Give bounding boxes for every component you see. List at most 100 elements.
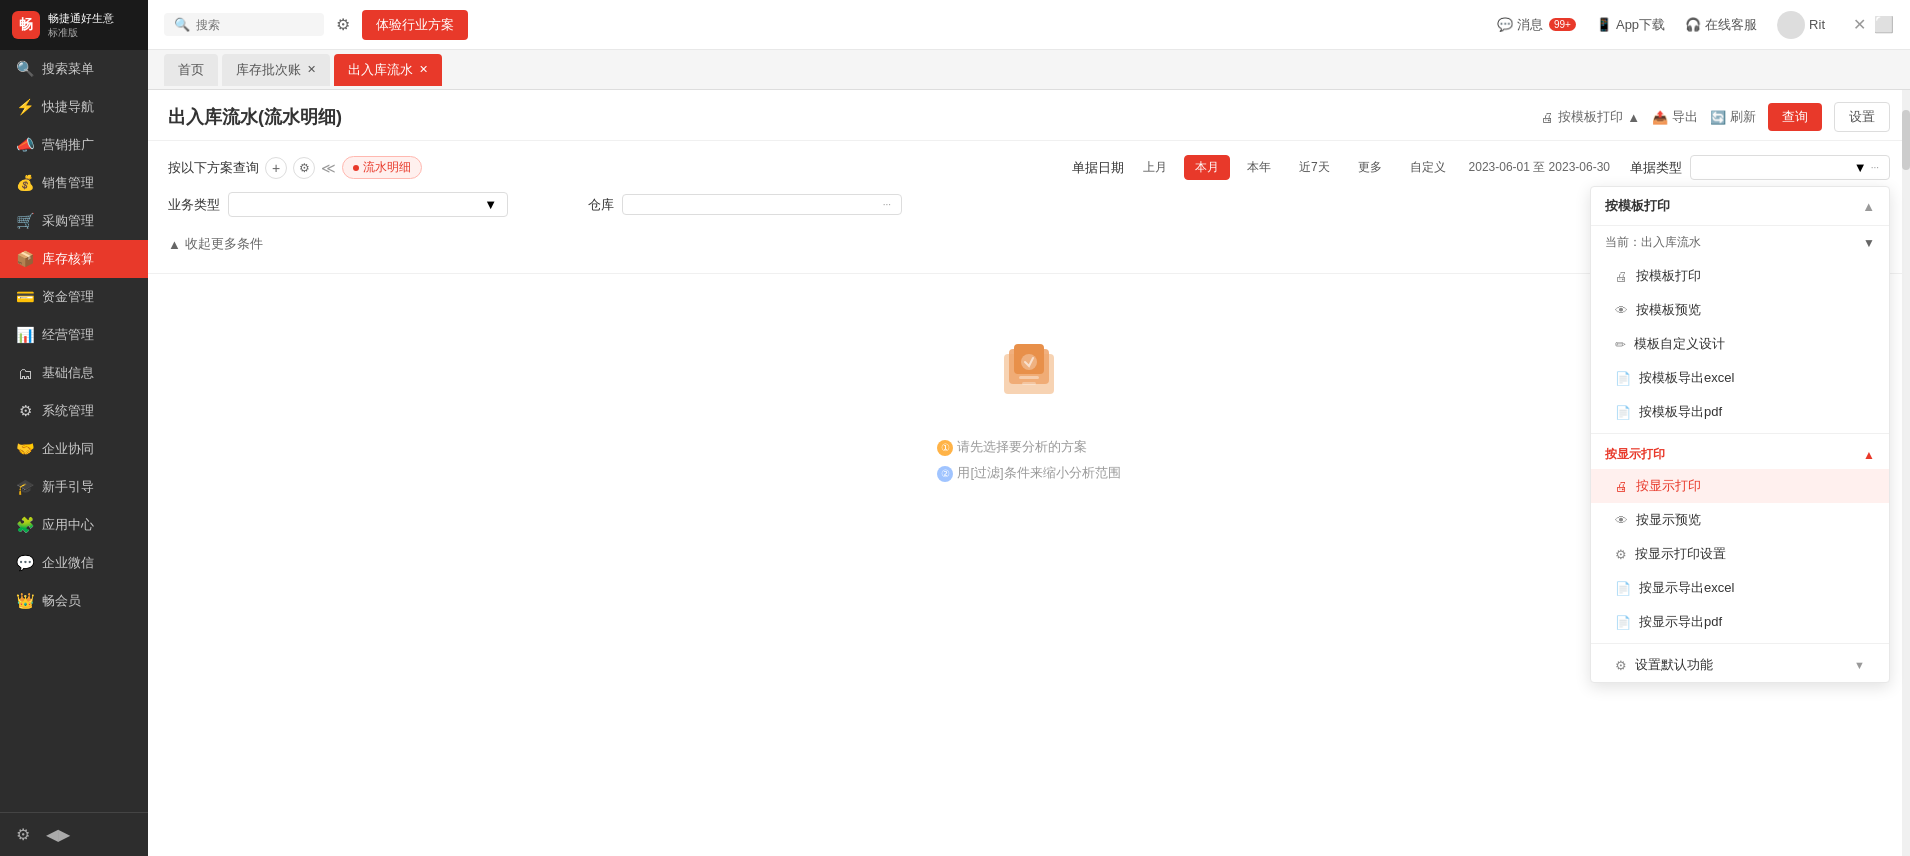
sidebar-item-shortcut[interactable]: ⚡ 快捷导航: [0, 88, 148, 126]
purchase-icon: 🛒: [16, 212, 34, 230]
print-template-btn[interactable]: 🖨 按模板打印 ▲: [1541, 108, 1640, 126]
phone-icon: 📱: [1596, 17, 1612, 32]
sidebar-item-collab[interactable]: 🤝 企业协同: [0, 430, 148, 468]
sales-icon: 💰: [16, 174, 34, 192]
printer2-icon: 🖨: [1615, 269, 1628, 284]
operations-icon: 📊: [16, 326, 34, 344]
dp-item-display-preview[interactable]: 👁 按显示预览: [1591, 503, 1889, 537]
sidebar-item-operations[interactable]: 📊 经营管理: [0, 316, 148, 354]
printer-icon: 🖨: [1541, 110, 1554, 125]
settings-btn[interactable]: 设置: [1834, 102, 1890, 132]
date-btn-7days[interactable]: 近7天: [1288, 155, 1341, 180]
logo-text: 畅捷通好生意 标准版: [48, 11, 114, 38]
dp-item-template-custom[interactable]: ✏ 模板自定义设计: [1591, 327, 1889, 361]
eye2-icon: 👁: [1615, 513, 1628, 528]
date-btn-last-month[interactable]: 上月: [1132, 155, 1178, 180]
filter-settings-btn[interactable]: ⚙: [293, 157, 315, 179]
tab-batch[interactable]: 库存批次账 ✕: [222, 54, 330, 86]
guide-icon: 🎓: [16, 478, 34, 496]
search-icon: 🔍: [16, 60, 34, 78]
topbar-gear-icon[interactable]: ⚙: [336, 15, 350, 34]
finance-icon: 💳: [16, 288, 34, 306]
active-filter-tag[interactable]: 流水明细: [342, 156, 422, 179]
dp-item-set-default[interactable]: ⚙ 设置默认功能 ▼: [1591, 648, 1889, 682]
tab-flow[interactable]: 出入库流水 ✕: [334, 54, 442, 86]
eye-icon: 👁: [1615, 303, 1628, 318]
headset-icon: 🎧: [1685, 17, 1701, 32]
tab-close-batch[interactable]: ✕: [307, 63, 316, 76]
sidebar-item-system[interactable]: ⚙ 系统管理: [0, 392, 148, 430]
dp-item-template-print[interactable]: 🖨 按模板打印: [1591, 259, 1889, 293]
dp-item-display-excel[interactable]: 📄 按显示导出excel: [1591, 571, 1889, 605]
export-btn[interactable]: 📤 导出: [1652, 108, 1698, 126]
sidebar-item-guide[interactable]: 🎓 新手引导: [0, 468, 148, 506]
dp-item-template-excel[interactable]: 📄 按模板导出excel: [1591, 361, 1889, 395]
shortcut-icon: ⚡: [16, 98, 34, 116]
biz-type-select[interactable]: ▼: [228, 192, 508, 217]
user-avatar-area[interactable]: Rit: [1777, 11, 1825, 39]
close-icon[interactable]: ✕: [1853, 15, 1866, 34]
sidebar-scroll: 🔍 搜索菜单 ⚡ 快捷导航 📣 营销推广 💰 销售管理 🛒 采购管理 📦 库存核…: [0, 50, 148, 812]
app-download-btn[interactable]: 📱 App下载: [1596, 16, 1665, 34]
sidebar: 畅 畅捷通好生意 标准版 🔍 搜索菜单 ⚡ 快捷导航 📣 营销推广 💰 销售管理…: [0, 0, 148, 856]
chevron-down-icon2: ▼: [484, 197, 497, 212]
tab-close-flow[interactable]: ✕: [419, 63, 428, 76]
tab-home[interactable]: 首页: [164, 54, 218, 86]
dp-item-display-settings[interactable]: ⚙ 按显示打印设置: [1591, 537, 1889, 571]
industry-btn[interactable]: 体验行业方案: [362, 10, 468, 40]
topbar-search-box[interactable]: 🔍: [164, 13, 324, 36]
sidebar-item-base[interactable]: 🗂 基础信息: [0, 354, 148, 392]
date-range: 2023-06-01 至 2023-06-30: [1469, 159, 1610, 176]
date-btn-this-month[interactable]: 本月: [1184, 155, 1230, 180]
date-btn-more[interactable]: 更多: [1347, 155, 1393, 180]
sidebar-fold-icon[interactable]: ◀▶: [46, 825, 70, 844]
sidebar-item-marketing[interactable]: 📣 营销推广: [0, 126, 148, 164]
chevron-up-icon4[interactable]: ▲: [1863, 448, 1875, 462]
search-input[interactable]: [196, 18, 314, 32]
sidebar-item-finance[interactable]: 💳 资金管理: [0, 278, 148, 316]
sidebar-item-wechat[interactable]: 💬 企业微信: [0, 544, 148, 582]
sidebar-item-search[interactable]: 🔍 搜索菜单: [0, 50, 148, 88]
dropdown-header-actions: ▲: [1862, 199, 1875, 214]
type-label: 单据类型: [1630, 159, 1682, 177]
marketing-icon: 📣: [16, 136, 34, 154]
dp-section2-title: 按显示打印 ▲: [1591, 438, 1889, 469]
filter-collapse-icon[interactable]: ≪: [321, 160, 336, 176]
scrollbar-thumb[interactable]: [1902, 110, 1910, 170]
divider: [1591, 433, 1889, 434]
message-btn[interactable]: 💬 消息 99+: [1497, 16, 1576, 34]
sidebar-item-appcenter[interactable]: 🧩 应用中心: [0, 506, 148, 544]
svg-point-3: [1021, 354, 1037, 370]
search-icon: 🔍: [174, 17, 190, 32]
sidebar-item-purchase[interactable]: 🛒 采购管理: [0, 202, 148, 240]
system-icon: ⚙: [16, 402, 34, 420]
chevron-up-icon3[interactable]: ▲: [1862, 199, 1875, 214]
maximize-icon[interactable]: ⬜: [1874, 15, 1894, 34]
refresh-btn[interactable]: 🔄 刷新: [1710, 108, 1756, 126]
svg-rect-5: [1022, 382, 1036, 385]
type-select[interactable]: ▼ ···: [1690, 155, 1890, 180]
date-btn-custom[interactable]: 自定义: [1399, 155, 1457, 180]
sidebar-item-inventory[interactable]: 📦 库存核算: [0, 240, 148, 278]
filter-add-btn[interactable]: +: [265, 157, 287, 179]
dp-item-template-pdf[interactable]: 📄 按模板导出pdf: [1591, 395, 1889, 429]
excel2-icon: 📄: [1615, 581, 1631, 596]
message-badge: 99+: [1549, 18, 1576, 31]
dp-item-display-pdf[interactable]: 📄 按显示导出pdf: [1591, 605, 1889, 639]
dp-item-display-print[interactable]: 🖨 按显示打印: [1591, 469, 1889, 503]
sidebar-settings-icon[interactable]: ⚙: [16, 825, 30, 844]
dp-item-template-preview[interactable]: 👁 按模板预览: [1591, 293, 1889, 327]
window-controls: ✕ ⬜: [1853, 15, 1894, 34]
sidebar-item-sales[interactable]: 💰 销售管理: [0, 164, 148, 202]
warehouse-filter: 仓库 ···: [588, 194, 902, 215]
chevron-down-icon4: ▼: [1854, 659, 1865, 671]
online-service-btn[interactable]: 🎧 在线客服: [1685, 16, 1757, 34]
warehouse-select[interactable]: ···: [622, 194, 902, 215]
scrollbar[interactable]: [1902, 90, 1910, 856]
more-icon: ···: [1871, 162, 1879, 173]
empty-illustration: [989, 334, 1069, 414]
query-btn[interactable]: 查询: [1768, 103, 1822, 131]
sidebar-item-member[interactable]: 👑 畅会员: [0, 582, 148, 620]
date-btn-this-year[interactable]: 本年: [1236, 155, 1282, 180]
pdf2-icon: 📄: [1615, 615, 1631, 630]
